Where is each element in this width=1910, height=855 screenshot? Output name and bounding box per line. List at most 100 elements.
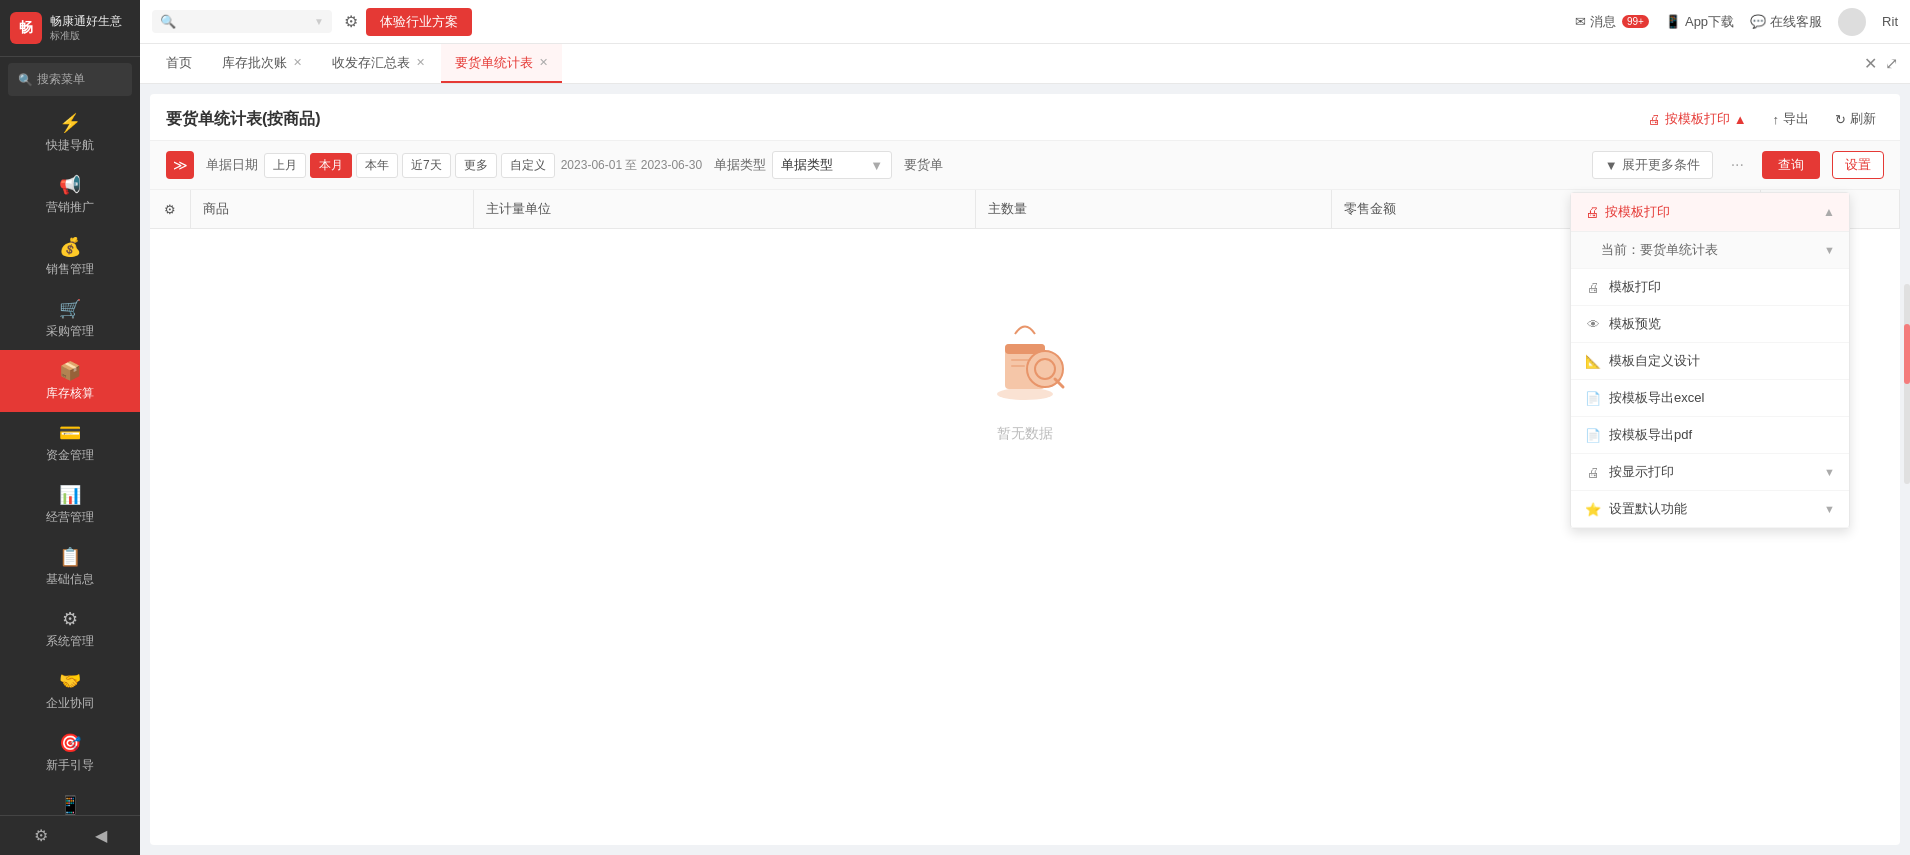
messages-badge: 99+	[1622, 15, 1649, 28]
template-pdf-icon: 📄	[1585, 428, 1601, 443]
filter-more-btn[interactable]: ···	[1725, 156, 1750, 174]
export-label: 导出	[1783, 110, 1809, 128]
sidebar-item-system[interactable]: ⚙ 系统管理	[0, 598, 140, 660]
tab-order-stats[interactable]: 要货单统计表 ✕	[441, 44, 562, 83]
tab-home[interactable]: 首页	[152, 44, 206, 83]
template-excel-label: 按模板导出excel	[1609, 389, 1704, 407]
close-all-tabs-btn[interactable]: ✕	[1864, 54, 1877, 73]
sidebar-item-apps[interactable]: 📱 应用中心	[0, 784, 140, 815]
print-icon: 🖨	[1648, 112, 1661, 127]
tab-collect[interactable]: 收发存汇总表 ✕	[318, 44, 439, 83]
template-pdf-label: 按模板导出pdf	[1609, 426, 1692, 444]
display-print-label: 按显示打印	[1609, 463, 1674, 481]
tab-batch-close[interactable]: ✕	[293, 56, 302, 69]
refresh-btn[interactable]: ↻ 刷新	[1827, 106, 1884, 132]
topbar-search-input[interactable]	[180, 15, 310, 29]
refresh-icon: ↻	[1835, 112, 1846, 127]
dropdown-item-template-excel[interactable]: 📄 按模板导出excel	[1571, 380, 1849, 417]
empty-text: 暂无数据	[997, 425, 1053, 443]
user-avatar[interactable]	[1838, 8, 1866, 36]
template-excel-icon: 📄	[1585, 391, 1601, 406]
scrollbar-thumb[interactable]	[1904, 324, 1910, 384]
print-dropdown-menu: 🖨 按模板打印 ▲ 当前：要货单统计表 ▼ 🖨 模板打印 👁 模板预览 📐 模板…	[1570, 192, 1850, 529]
query-btn[interactable]: 查询	[1762, 151, 1820, 179]
sidebar-item-inventory[interactable]: 📦 库存核算	[0, 350, 140, 412]
marketing-icon: 📢	[59, 174, 81, 196]
date-btn-last-month[interactable]: 上月	[264, 153, 306, 178]
print-btn[interactable]: 🖨 按模板打印 ▲	[1640, 106, 1755, 132]
dropdown-current-item[interactable]: 当前：要货单统计表 ▼	[1571, 232, 1849, 269]
app-download-btn[interactable]: 📱 App下载	[1665, 13, 1734, 31]
topbar-search-area[interactable]: 🔍 ▼	[152, 10, 332, 33]
date-range-display: 2023-06-01 至 2023-06-30	[561, 157, 702, 174]
trial-btn[interactable]: 体验行业方案	[366, 8, 472, 36]
vertical-scrollbar[interactable]	[1904, 284, 1910, 484]
search-menu-btn[interactable]: 🔍 搜索菜单	[8, 63, 132, 96]
settings-footer-btn[interactable]: ⚙	[34, 826, 48, 845]
sidebar-item-purchase[interactable]: 🛒 采购管理	[0, 288, 140, 350]
filter-toggle-btn[interactable]: ≫	[166, 151, 194, 179]
expand-filter-icon: ▼	[1605, 158, 1618, 173]
topbar: 🔍 ▼ ⚙ 体验行业方案 ✉ 消息 99+ 📱 App下载 💬 在线客服 Rit	[140, 0, 1910, 44]
date-btn-this-year[interactable]: 本年	[356, 153, 398, 178]
collapse-footer-btn[interactable]: ◀	[95, 826, 107, 845]
basic-label: 基础信息	[46, 571, 94, 588]
tab-collect-close[interactable]: ✕	[416, 56, 425, 69]
sidebar-item-cooperation[interactable]: 🤝 企业协同	[0, 660, 140, 722]
dropdown-header[interactable]: 🖨 按模板打印 ▲	[1571, 193, 1849, 232]
sidebar-item-shortcuts[interactable]: ⚡ 快捷导航	[0, 102, 140, 164]
tab-batch[interactable]: 库存批次账 ✕	[208, 44, 316, 83]
marketing-label: 营销推广	[46, 199, 94, 216]
dropdown-item-template-print[interactable]: 🖨 模板打印	[1571, 269, 1849, 306]
sidebar-logo: 畅 畅康通好生意 标准版	[0, 0, 140, 57]
sidebar-item-marketing[interactable]: 📢 营销推广	[0, 164, 140, 226]
date-btn-7days[interactable]: 近7天	[402, 153, 451, 178]
basic-icon: 📋	[59, 546, 81, 568]
dropdown-sub-default-setting[interactable]: ⭐ 设置默认功能 ▼	[1571, 491, 1849, 528]
finance-icon: 💳	[59, 422, 81, 444]
sales-label: 销售管理	[46, 261, 94, 278]
messages-btn[interactable]: ✉ 消息 99+	[1575, 13, 1649, 31]
dropdown-item-template-design[interactable]: 📐 模板自定义设计	[1571, 343, 1849, 380]
purchase-label: 采购管理	[46, 323, 94, 340]
filter-bar: ≫ 单据日期 上月 本月 本年 近7天 更多 自定义 2023-06-01 至 …	[150, 141, 1900, 190]
settings-btn[interactable]: 设置	[1832, 151, 1884, 179]
type-select[interactable]: 单据类型 ▼	[772, 151, 892, 179]
topbar-gear-icon[interactable]: ⚙	[344, 12, 358, 31]
logo-text-group: 畅康通好生意 标准版	[50, 13, 122, 44]
goods-filter-group: 要货单	[904, 156, 943, 174]
tab-order-stats-close[interactable]: ✕	[539, 56, 548, 69]
expand-filter-btn[interactable]: ▼ 展开更多条件	[1592, 151, 1713, 179]
expand-tab-btn[interactable]: ⤢	[1885, 54, 1898, 73]
type-select-arrow-icon: ▼	[870, 158, 883, 173]
default-setting-icon: ⭐	[1585, 502, 1601, 517]
sidebar-item-basic[interactable]: 📋 基础信息	[0, 536, 140, 598]
date-btn-this-month[interactable]: 本月	[310, 153, 352, 178]
col-settings[interactable]: ⚙	[150, 190, 190, 229]
finance-label: 资金管理	[46, 447, 94, 464]
dropdown-sub-display-print[interactable]: 🖨 按显示打印 ▼	[1571, 454, 1849, 491]
dropdown-item-template-pdf[interactable]: 📄 按模板导出pdf	[1571, 417, 1849, 454]
page-header: 要货单统计表(按商品) 🖨 按模板打印 ▲ ↑ 导出 ↻ 刷新	[150, 94, 1900, 141]
date-btn-more[interactable]: 更多	[455, 153, 497, 178]
sidebar-item-sales[interactable]: 💰 销售管理	[0, 226, 140, 288]
svg-rect-6	[1011, 359, 1031, 361]
template-preview-icon: 👁	[1585, 317, 1601, 332]
print-label: 按模板打印	[1665, 110, 1730, 128]
export-btn[interactable]: ↑ 导出	[1765, 106, 1818, 132]
tab-collect-label: 收发存汇总表	[332, 54, 410, 72]
sidebar-item-finance[interactable]: 💳 资金管理	[0, 412, 140, 474]
logo-icon: 畅	[10, 12, 42, 44]
svg-rect-7	[1011, 365, 1025, 367]
sidebar-item-guide[interactable]: 🎯 新手引导	[0, 722, 140, 784]
operations-label: 经营管理	[46, 509, 94, 526]
print-chevron-icon: ▲	[1734, 112, 1747, 127]
sidebar-footer: ⚙ ◀	[0, 815, 140, 855]
export-icon: ↑	[1773, 112, 1780, 127]
online-service-btn[interactable]: 💬 在线客服	[1750, 13, 1822, 31]
sidebar-item-operations[interactable]: 📊 经营管理	[0, 474, 140, 536]
template-print-icon: 🖨	[1585, 280, 1601, 295]
date-btn-custom[interactable]: 自定义	[501, 153, 555, 178]
empty-icon	[975, 309, 1075, 409]
dropdown-item-template-preview[interactable]: 👁 模板预览	[1571, 306, 1849, 343]
